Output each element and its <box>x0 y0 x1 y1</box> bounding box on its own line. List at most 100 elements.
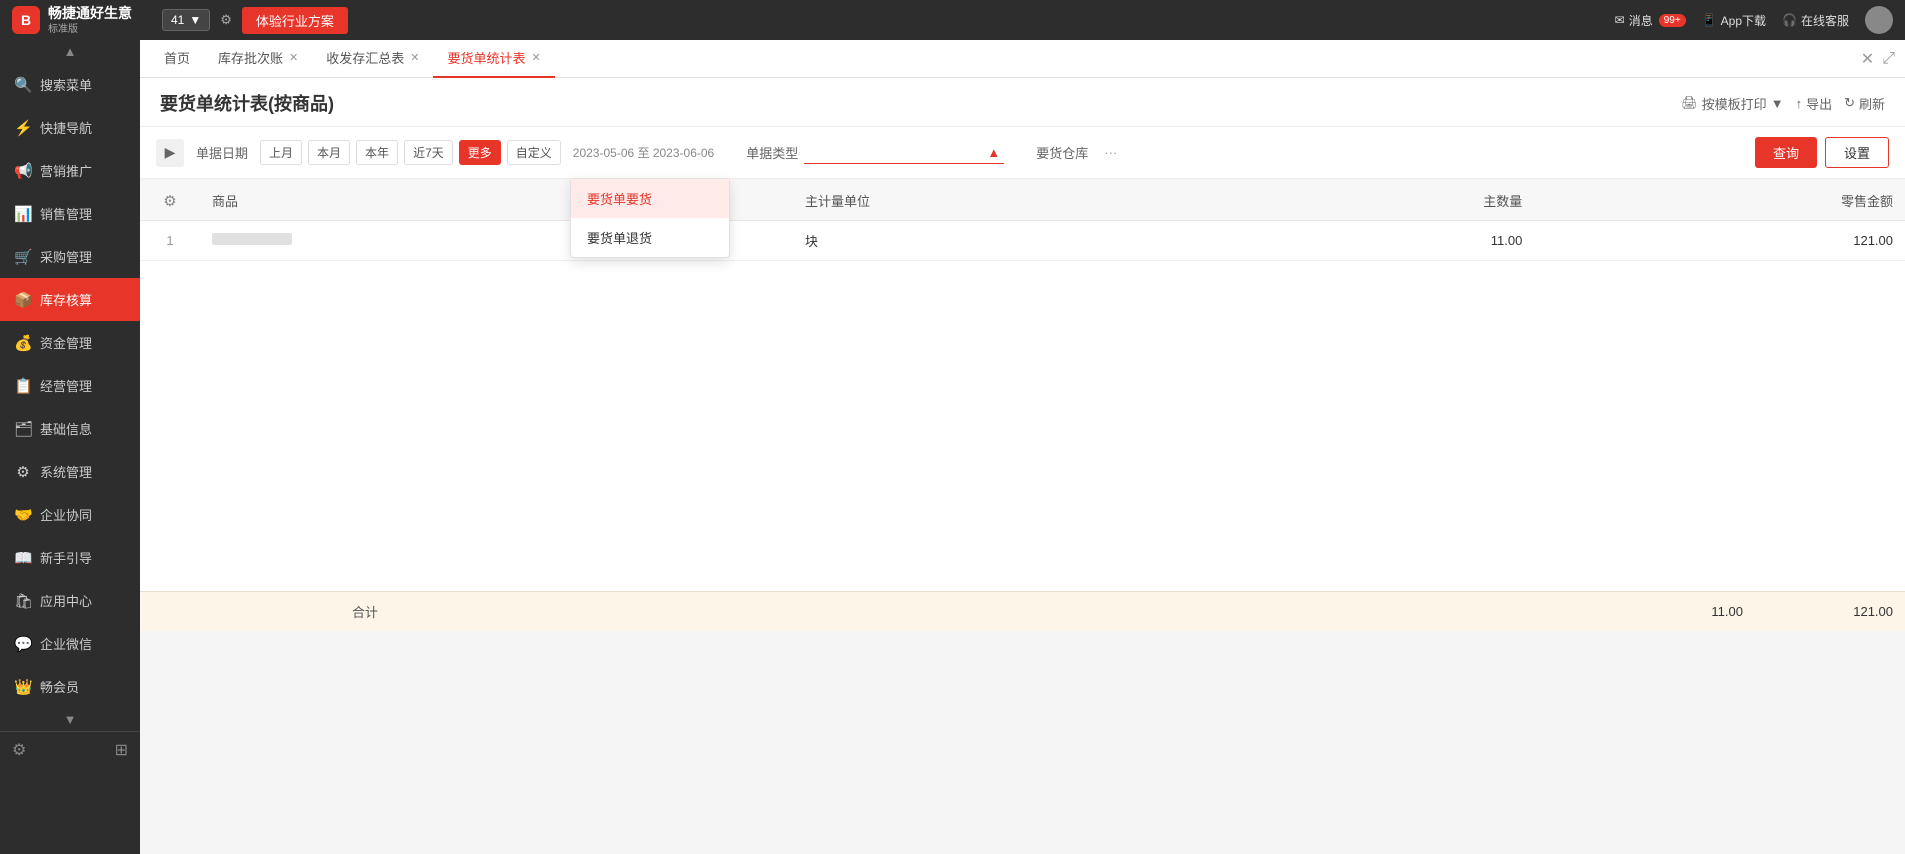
sidebar-item-search[interactable]: 🔍 搜索菜单 <box>0 63 140 106</box>
sidebar-label-guide: 新手引导 <box>40 548 92 567</box>
sidebar-scroll-down[interactable]: ▼ <box>0 708 140 731</box>
tab-order-summary-close[interactable]: ✕ <box>532 51 541 64</box>
content-area: 首页 库存批次账 ✕ 收发存汇总表 ✕ 要货单统计表 ✕ ✕ ⤢ 要 <box>140 40 1905 854</box>
sidebar-item-appstore[interactable]: 🛍 应用中心 <box>0 579 140 622</box>
guide-icon: 📖 <box>14 549 32 567</box>
tab-bar: 首页 库存批次账 ✕ 收发存汇总表 ✕ 要货单统计表 ✕ ✕ ⤢ <box>140 40 1905 78</box>
online-service-label: 在线客服 <box>1801 12 1849 29</box>
date-btn-this-month[interactable]: 本月 <box>308 140 350 165</box>
sidebar-label-search: 搜索菜单 <box>40 75 92 94</box>
table-wrapper: ⚙ 商品 主计量单位 主数量 零售金额 1 <box>140 181 1905 261</box>
type-input[interactable] <box>804 142 1004 164</box>
export-label: 导出 <box>1806 94 1832 113</box>
sidebar-label-finance: 资金管理 <box>40 333 92 352</box>
type-dropdown: 要货单要货 要货单退货 <box>570 178 730 258</box>
tab-close-all-icon[interactable]: ✕ <box>1861 49 1874 69</box>
warehouse-dots-icon[interactable]: ··· <box>1104 145 1117 160</box>
sidebar-label-inventory: 库存核算 <box>40 290 92 309</box>
refresh-action[interactable]: ↻ 刷新 <box>1844 94 1885 113</box>
date-btn-custom[interactable]: 自定义 <box>507 140 561 165</box>
empty-area <box>140 261 1905 591</box>
sidebar-item-purchase[interactable]: 🛒 采购管理 <box>0 235 140 278</box>
sidebar-item-system[interactable]: ⚙ 系统管理 <box>0 450 140 493</box>
col-header-settings: ⚙ <box>140 181 200 221</box>
tab-inventory-batch[interactable]: 库存批次账 ✕ <box>204 40 312 78</box>
tab-home-label: 首页 <box>164 48 190 67</box>
sidebar-label-marketing: 营销推广 <box>40 161 92 180</box>
sidebar-bottom: ⚙ ⊞ <box>0 731 140 768</box>
sidebar-scroll-up[interactable]: ▲ <box>0 40 140 63</box>
settings-icon[interactable]: ⚙ <box>220 12 232 28</box>
sidebar-item-basic[interactable]: 🗂 基础信息 <box>0 407 140 450</box>
sidebar-settings-icon[interactable]: ⚙ <box>12 740 26 760</box>
export-icon: ↑ <box>1796 96 1803 111</box>
date-btn-last-month[interactable]: 上月 <box>260 140 302 165</box>
sidebar-item-guide[interactable]: 📖 新手引导 <box>0 536 140 579</box>
date-range-text: 2023-05-06 至 2023-06-06 <box>573 144 714 161</box>
main-layout: ▲ 🔍 搜索菜单 ⚡ 快捷导航 📢 营销推广 📊 销售管理 🛒 采购管理 📦 库… <box>0 40 1905 854</box>
messages-label: 消息 <box>1629 12 1653 29</box>
sidebar-collapse-icon[interactable]: ⊞ <box>115 740 128 760</box>
total-amount: 121.00 <box>1743 604 1893 619</box>
dropdown-item-order-return[interactable]: 要货单退货 <box>571 218 729 257</box>
sidebar-label-appstore: 应用中心 <box>40 591 92 610</box>
date-btn-more[interactable]: 更多 <box>459 140 501 165</box>
refresh-label: 刷新 <box>1859 94 1885 113</box>
sidebar-label-sales: 销售管理 <box>40 204 92 223</box>
date-btn-this-year[interactable]: 本年 <box>356 140 398 165</box>
shortcut-icon: ⚡ <box>14 119 32 137</box>
logo-icon: B <box>12 6 40 34</box>
print-icon: 🖨 <box>1681 95 1698 111</box>
export-action[interactable]: ↑ 导出 <box>1796 94 1833 113</box>
total-values: 11.00 121.00 <box>1543 604 1893 619</box>
sidebar-label-purchase: 采购管理 <box>40 247 92 266</box>
logo-text: 畅捷通好生意 标准版 <box>48 4 132 35</box>
avatar[interactable] <box>1865 6 1893 34</box>
total-qty: 11.00 <box>1543 604 1743 619</box>
sidebar-label-wechat: 企业微信 <box>40 634 92 653</box>
warehouse-label: 要货仓库 <box>1036 143 1088 162</box>
sidebar-item-sales[interactable]: 📊 销售管理 <box>0 192 140 235</box>
settings-button[interactable]: 设置 <box>1825 137 1889 168</box>
tab-expand-icon[interactable]: ⤢ <box>1882 50 1895 68</box>
member-icon: 👑 <box>14 678 32 696</box>
wechat-icon: 💬 <box>14 635 32 653</box>
sidebar-label-basic: 基础信息 <box>40 419 92 438</box>
tab-home[interactable]: 首页 <box>150 40 204 78</box>
dropdown-item-order-goods[interactable]: 要货单要货 <box>571 179 729 218</box>
sidebar-item-wechat[interactable]: 💬 企业微信 <box>0 622 140 665</box>
table-body: 1 块 11.00 121.00 <box>140 221 1905 261</box>
sidebar-item-enterprise[interactable]: 🤝 企业协同 <box>0 493 140 536</box>
tab-receive-summary[interactable]: 收发存汇总表 ✕ <box>312 40 433 78</box>
type-chevron-up-icon[interactable]: ▲ <box>987 145 1000 160</box>
online-service-item[interactable]: 🎧 在线客服 <box>1782 12 1849 29</box>
messages-item[interactable]: ✉ 消息 99+ <box>1615 12 1686 29</box>
data-table: ⚙ 商品 主计量单位 主数量 零售金额 1 <box>140 181 1905 261</box>
date-btn-7days[interactable]: 近7天 <box>404 140 453 165</box>
date-filter-group: 上月 本月 本年 近7天 更多 自定义 <box>260 140 561 165</box>
appstore-icon: 🛍 <box>14 592 32 610</box>
sidebar-item-operations[interactable]: 📋 经营管理 <box>0 364 140 407</box>
col-settings-icon[interactable]: ⚙ <box>163 193 176 210</box>
header-middle: 41 ▼ ⚙ 体验行业方案 <box>152 7 1615 34</box>
sidebar-item-inventory[interactable]: 📦 库存核算 <box>0 278 140 321</box>
filter-bar: ▶ 单据日期 上月 本月 本年 近7天 更多 自定义 2023-05-06 至 … <box>140 127 1905 179</box>
query-button[interactable]: 查询 <box>1755 137 1817 168</box>
filter-expand-button[interactable]: ▶ <box>156 139 184 167</box>
tab-inventory-batch-close[interactable]: ✕ <box>289 51 298 64</box>
sidebar-item-shortcut[interactable]: ⚡ 快捷导航 <box>0 106 140 149</box>
print-action[interactable]: 🖨 按模板打印 ▼ <box>1681 94 1783 113</box>
type-selector: 单据类型 ▲ <box>746 142 1004 164</box>
filter-actions: 查询 设置 <box>1755 137 1889 168</box>
store-dropdown-icon: ▼ <box>189 13 201 27</box>
industry-button[interactable]: 体验行业方案 <box>242 7 348 34</box>
app-download-item[interactable]: 📱 App下载 <box>1702 12 1766 29</box>
sidebar-item-finance[interactable]: 💰 资金管理 <box>0 321 140 364</box>
sidebar-item-marketing[interactable]: 📢 营销推广 <box>0 149 140 192</box>
store-selector[interactable]: 41 ▼ <box>162 9 210 31</box>
sidebar-item-member[interactable]: 👑 畅会员 <box>0 665 140 708</box>
search-icon: 🔍 <box>14 76 32 94</box>
tab-order-summary[interactable]: 要货单统计表 ✕ <box>433 40 554 78</box>
tab-receive-summary-close[interactable]: ✕ <box>410 51 419 64</box>
sidebar-label-shortcut: 快捷导航 <box>40 118 92 137</box>
